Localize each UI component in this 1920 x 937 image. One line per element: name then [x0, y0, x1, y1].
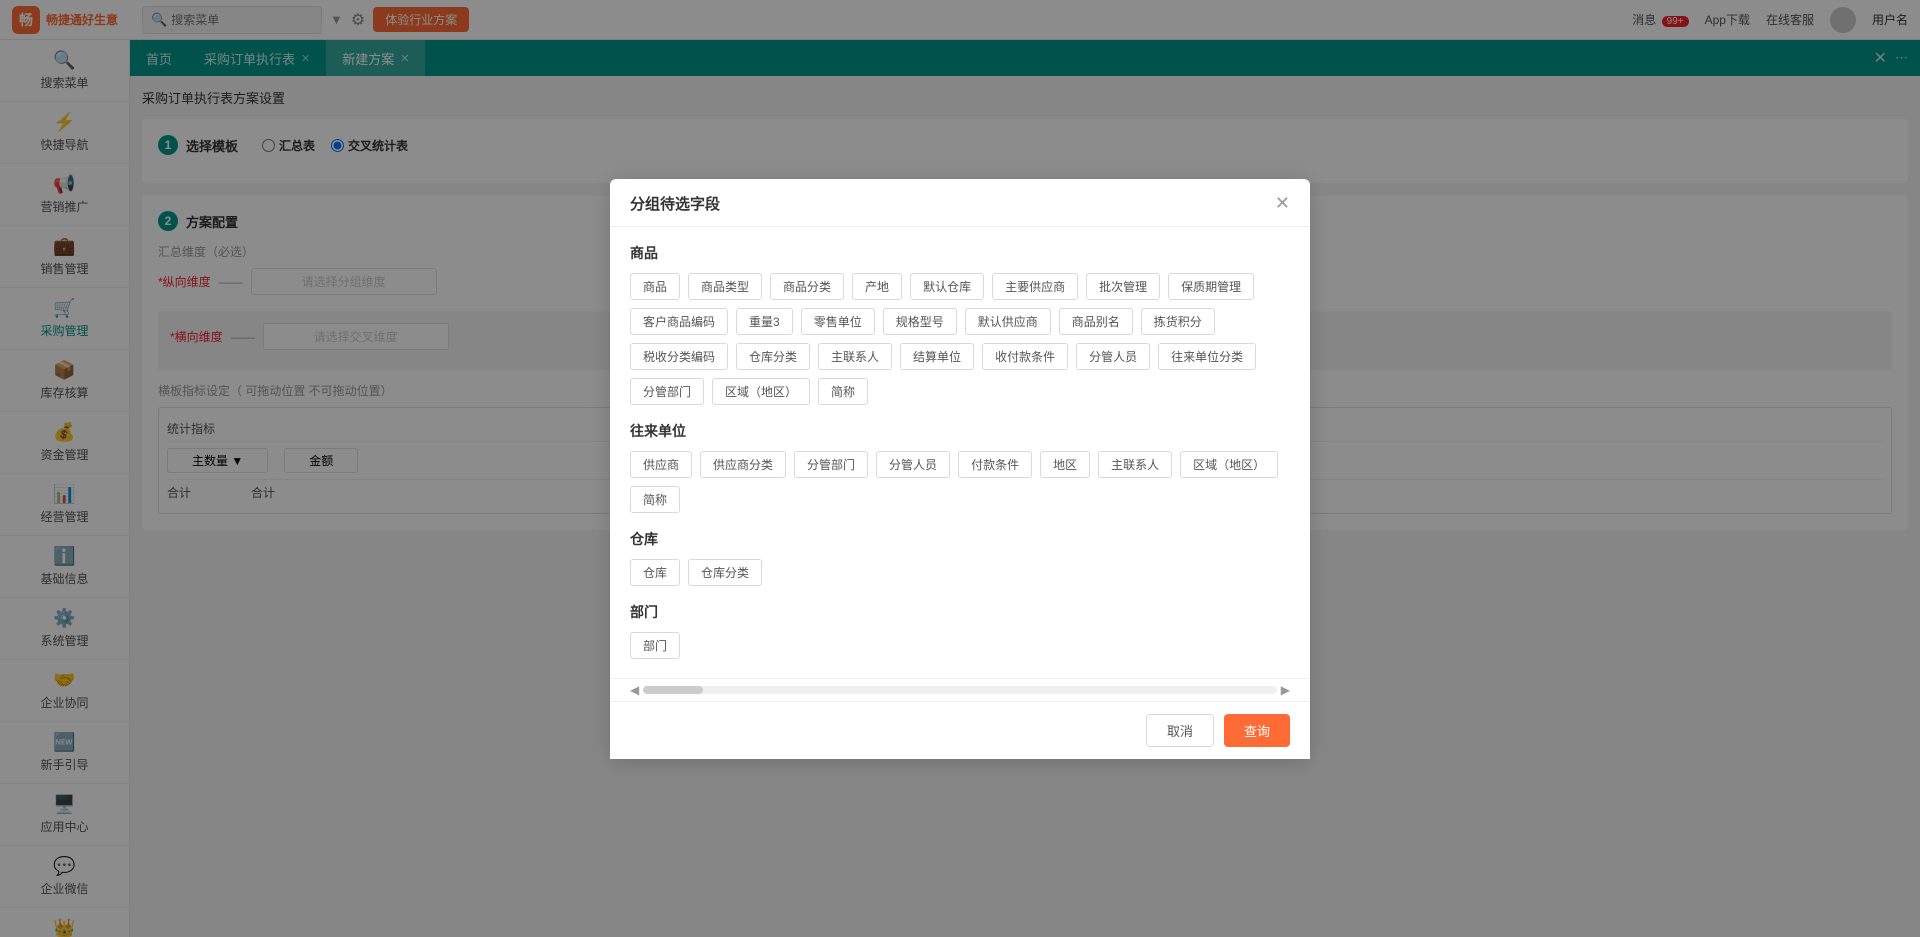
field-tag[interactable]: 供应商 — [630, 451, 692, 478]
field-tag[interactable]: 仓库分类 — [688, 559, 762, 586]
hscroll-bar[interactable] — [643, 686, 1277, 694]
modal-close-button[interactable]: ✕ — [1275, 194, 1290, 212]
field-tag[interactable]: 商品类型 — [688, 273, 762, 300]
field-tag[interactable]: 部门 — [630, 632, 680, 659]
field-tag[interactable]: 分管人员 — [876, 451, 950, 478]
hscroll-left-arrow[interactable]: ◀ — [630, 683, 639, 697]
field-tags-往来单位: 供应商供应商分类分管部门分管人员付款条件地区主联系人区域（地区） 简称 — [630, 451, 1290, 513]
field-section-商品: 商品商品商品类型商品分类产地默认仓库主要供应商批次管理保质期管理客户商品编码重量… — [630, 243, 1290, 405]
section-title-仓库: 仓库 — [630, 529, 1290, 549]
field-tag[interactable]: 批次管理 — [1086, 273, 1160, 300]
section-title-部门: 部门 — [630, 602, 1290, 622]
field-tag[interactable]: 零售单位 — [801, 308, 875, 335]
field-tag[interactable]: 商品分类 — [770, 273, 844, 300]
modal-horizontal-scroll[interactable]: ◀ ▶ — [610, 678, 1310, 701]
field-tag[interactable]: 分管部门 — [630, 378, 704, 405]
field-tag[interactable]: 区域（地区） — [712, 378, 810, 405]
field-tags-商品: 商品商品类型商品分类产地默认仓库主要供应商批次管理保质期管理客户商品编码重量3 零… — [630, 273, 1290, 405]
field-section-往来单位: 往来单位供应商供应商分类分管部门分管人员付款条件地区主联系人区域（地区） 简称 — [630, 421, 1290, 513]
field-tag[interactable]: 仓库分类 — [736, 343, 810, 370]
modal-dialog: 分组待选字段 ✕ 商品商品商品类型商品分类产地默认仓库主要供应商批次管理保质期管… — [610, 179, 1310, 759]
field-tag[interactable]: 区域（地区） — [1180, 451, 1278, 478]
hscroll-thumb[interactable] — [643, 686, 703, 694]
field-tag[interactable]: 规格型号 — [883, 308, 957, 335]
field-tags-部门: 部门 — [630, 632, 1290, 659]
field-tag[interactable]: 简称 — [630, 486, 680, 513]
modal-title: 分组待选字段 — [630, 193, 720, 214]
field-section-部门: 部门部门 — [630, 602, 1290, 659]
field-tag[interactable]: 产地 — [852, 273, 902, 300]
field-tag[interactable]: 供应商分类 — [700, 451, 786, 478]
section-title-商品: 商品 — [630, 243, 1290, 263]
field-tag[interactable]: 保质期管理 — [1168, 273, 1254, 300]
field-tag[interactable]: 默认供应商 — [965, 308, 1051, 335]
field-section-仓库: 仓库仓库仓库分类 — [630, 529, 1290, 586]
field-tag[interactable]: 结算单位 — [900, 343, 974, 370]
field-tag[interactable]: 拣货积分 — [1141, 308, 1215, 335]
field-tag[interactable]: 地区 — [1040, 451, 1090, 478]
field-tag[interactable]: 主联系人 — [1098, 451, 1172, 478]
field-tag[interactable]: 税收分类编码 — [630, 343, 728, 370]
field-tag[interactable]: 商品别名 — [1059, 308, 1133, 335]
modal-header: 分组待选字段 ✕ — [610, 179, 1310, 227]
field-tag[interactable]: 主联系人 — [818, 343, 892, 370]
field-tags-仓库: 仓库仓库分类 — [630, 559, 1290, 586]
field-tag[interactable]: 简称 — [818, 378, 868, 405]
modal-confirm-button[interactable]: 查询 — [1224, 714, 1290, 747]
modal-footer: 取消 查询 — [610, 701, 1310, 759]
modal-body[interactable]: 商品商品商品类型商品分类产地默认仓库主要供应商批次管理保质期管理客户商品编码重量… — [610, 227, 1310, 678]
field-tag[interactable]: 客户商品编码 — [630, 308, 728, 335]
modal-overlay[interactable]: 分组待选字段 ✕ 商品商品商品类型商品分类产地默认仓库主要供应商批次管理保质期管… — [0, 0, 1920, 937]
field-tag[interactable]: 付款条件 — [958, 451, 1032, 478]
field-tag[interactable]: 仓库 — [630, 559, 680, 586]
field-tag[interactable]: 分管部门 — [794, 451, 868, 478]
section-title-往来单位: 往来单位 — [630, 421, 1290, 441]
field-tag[interactable]: 重量3 — [736, 308, 793, 335]
hscroll-right-arrow[interactable]: ▶ — [1281, 683, 1290, 697]
field-tag[interactable]: 收付款条件 — [982, 343, 1068, 370]
modal-cancel-button[interactable]: 取消 — [1146, 714, 1214, 747]
field-tag[interactable]: 商品 — [630, 273, 680, 300]
field-tag[interactable]: 主要供应商 — [992, 273, 1078, 300]
field-tag[interactable]: 默认仓库 — [910, 273, 984, 300]
field-tag[interactable]: 往来单位分类 — [1158, 343, 1256, 370]
field-tag[interactable]: 分管人员 — [1076, 343, 1150, 370]
